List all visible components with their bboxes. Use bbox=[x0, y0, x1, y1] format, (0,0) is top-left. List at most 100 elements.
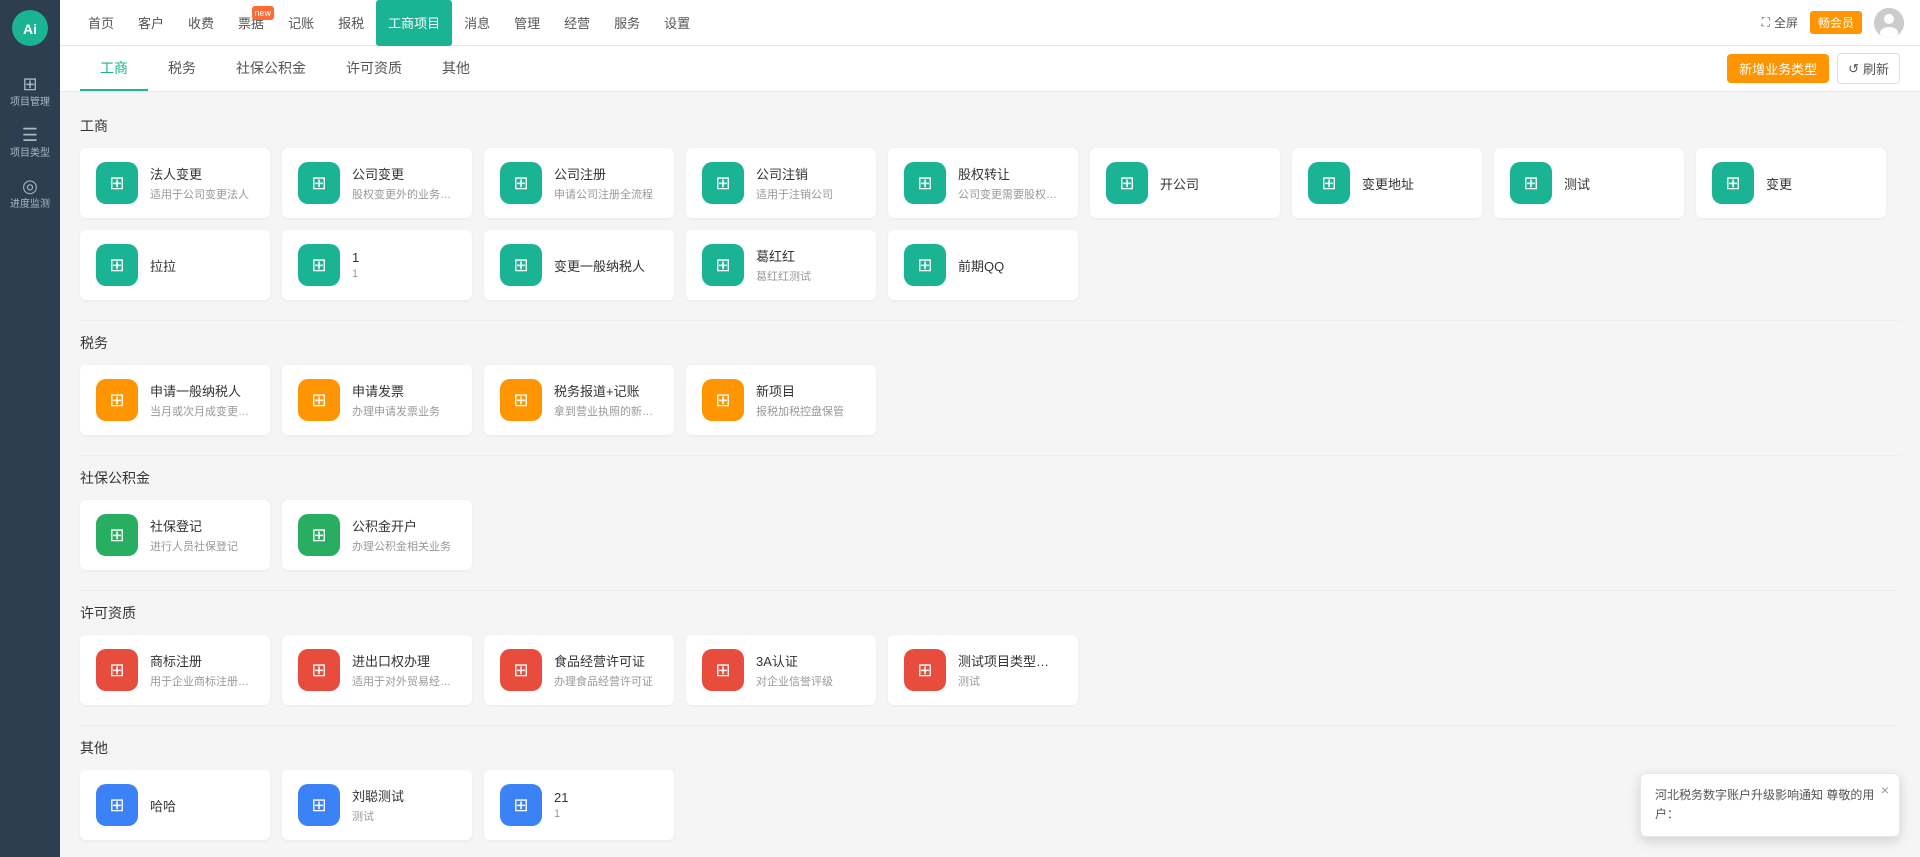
card-icon: ⊞ bbox=[96, 162, 138, 204]
card-icon: ⊞ bbox=[702, 162, 744, 204]
notification-popup: × 河北税务数字账户升级影响通知 尊敬的用户： bbox=[1640, 773, 1900, 837]
section-title-3: 许可资质 bbox=[80, 603, 1900, 623]
card-item[interactable]: ⊞哈哈 bbox=[80, 770, 270, 840]
card-name: 商标注册 bbox=[150, 651, 254, 670]
card-desc: 报税加税控盘保管 bbox=[756, 403, 860, 419]
tab-shuiwu[interactable]: 税务 bbox=[148, 46, 216, 91]
card-item[interactable]: ⊞ 测试 bbox=[1494, 148, 1684, 218]
card-icon: ⊞ bbox=[96, 379, 138, 421]
card-icon: ⊞ bbox=[500, 244, 542, 286]
card-text: 变更一般纳税人 bbox=[554, 256, 658, 275]
top-navigation: 首页 客户 收费 票据 new 记账 报税 工商项目 消息 管理 经营 服务 设… bbox=[60, 0, 1920, 46]
nav-tax[interactable]: 报税 bbox=[326, 0, 376, 46]
card-item[interactable]: ⊞3A认证对企业信誉评级 bbox=[686, 635, 876, 705]
card-icon: ⊞ bbox=[1510, 162, 1552, 204]
card-icon: ⊞ bbox=[1712, 162, 1754, 204]
cards-grid-3: ⊞商标注册用于企业商标注册服务⊞进出口权办理适用于对外贸易经营者⊞食品经营许可证… bbox=[80, 635, 1900, 705]
card-item[interactable]: ⊞变更地址 bbox=[1292, 148, 1482, 218]
tab-xuke[interactable]: 许可资质 bbox=[326, 46, 422, 91]
card-text: 公司注销适用于注销公司 bbox=[756, 164, 860, 202]
card-icon: ⊞ bbox=[500, 162, 542, 204]
card-desc: 办理公积金相关业务 bbox=[352, 538, 456, 554]
tab-shebao[interactable]: 社保公积金 bbox=[216, 46, 326, 91]
card-desc: 测试 bbox=[958, 673, 1062, 689]
card-icon: ⊞ bbox=[702, 244, 744, 286]
card-desc: 用于企业商标注册服务 bbox=[150, 673, 254, 689]
card-item[interactable]: ⊞公积金开户办理公积金相关业务 bbox=[282, 500, 472, 570]
sidebar: Ai ⊞ 项目管理 ☰ 项目类型 ◎ 进度监测 bbox=[0, 0, 60, 857]
card-item[interactable]: ⊞公司注册申请公司注册全流程 bbox=[484, 148, 674, 218]
card-icon: ⊞ bbox=[500, 379, 542, 421]
card-icon: ⊞ bbox=[904, 244, 946, 286]
nav-settings[interactable]: 设置 bbox=[652, 0, 702, 46]
nav-fee[interactable]: 收费 bbox=[176, 0, 226, 46]
card-name: 1 bbox=[352, 250, 456, 265]
card-item[interactable]: ⊞开公司 bbox=[1090, 148, 1280, 218]
card-name: 进出口权办理 bbox=[352, 651, 456, 670]
card-icon: ⊞ bbox=[500, 784, 542, 826]
user-avatar[interactable] bbox=[1874, 8, 1904, 38]
nav-home[interactable]: 首页 bbox=[76, 0, 126, 46]
card-item[interactable]: ⊞食品经营许可证办理食品经营许可证 bbox=[484, 635, 674, 705]
nav-business[interactable]: 工商项目 bbox=[376, 0, 452, 46]
card-item[interactable]: ⊞ 葛红红葛红红测试 bbox=[686, 230, 876, 300]
card-name: 申请发票 bbox=[352, 381, 456, 400]
card-text: 股权转让公司变更需要股权转让 bbox=[958, 164, 1062, 202]
card-item[interactable]: ⊞公司变更股权变更外的业务变更 bbox=[282, 148, 472, 218]
card-item[interactable]: ⊞税务报道+记账拿到营业执照的新公司 bbox=[484, 365, 674, 435]
card-name: 刘聪测试 bbox=[352, 786, 456, 805]
notification-close-button[interactable]: × bbox=[1881, 782, 1889, 798]
card-item[interactable]: ⊞股权转让公司变更需要股权转让 bbox=[888, 148, 1078, 218]
card-item[interactable]: ⊞ 变更一般纳税人 bbox=[484, 230, 674, 300]
card-item[interactable]: ⊞法人变更适用于公司变更法人 bbox=[80, 148, 270, 218]
card-item[interactable]: ⊞拉拉 bbox=[80, 230, 270, 300]
card-item[interactable]: ⊞社保登记进行人员社保登记 bbox=[80, 500, 270, 570]
new-business-type-button[interactable]: 新增业务类型 bbox=[1727, 54, 1829, 83]
sidebar-item-project-type[interactable]: ☰ 项目类型 bbox=[0, 117, 60, 168]
card-item[interactable]: ⊞变更 bbox=[1696, 148, 1886, 218]
card-item[interactable]: ⊞前期QQ bbox=[888, 230, 1078, 300]
card-item[interactable]: ⊞ 申请一般纳税人当月或次月成变更完成 bbox=[80, 365, 270, 435]
nav-customer[interactable]: 客户 bbox=[126, 0, 176, 46]
card-item[interactable]: ⊞刘聪测试测试 bbox=[282, 770, 472, 840]
card-item[interactable]: ⊞进出口权办理适用于对外贸易经营者 bbox=[282, 635, 472, 705]
card-item[interactable]: ⊞211 bbox=[484, 770, 674, 840]
nav-service[interactable]: 服务 bbox=[602, 0, 652, 46]
card-item[interactable]: ⊞ 商标注册用于企业商标注册服务 bbox=[80, 635, 270, 705]
project-type-icon: ☰ bbox=[22, 125, 38, 146]
card-item[interactable]: ⊞新项目报税加税控盘保管 bbox=[686, 365, 876, 435]
card-item[interactable]: ⊞ 1 1 bbox=[282, 230, 472, 300]
nav-ticket[interactable]: 票据 new bbox=[226, 0, 276, 46]
card-desc: 办理食品经营许可证 bbox=[554, 673, 658, 689]
content-tabs: 工商 税务 社保公积金 许可资质 其他 bbox=[80, 46, 490, 91]
card-icon: ⊞ bbox=[298, 244, 340, 286]
card-text: 公积金开户办理公积金相关业务 bbox=[352, 516, 456, 554]
tab-gongshang[interactable]: 工商 bbox=[80, 46, 148, 91]
card-name: 社保登记 bbox=[150, 516, 254, 535]
nav-message[interactable]: 消息 bbox=[452, 0, 502, 46]
nav-manage[interactable]: 管理 bbox=[502, 0, 552, 46]
card-text: 葛红红葛红红测试 bbox=[756, 246, 860, 284]
fullscreen-button[interactable]: ⛶ 全屏 bbox=[1762, 14, 1798, 31]
card-desc: 1 bbox=[352, 268, 456, 280]
card-icon: ⊞ bbox=[298, 784, 340, 826]
vip-button[interactable]: 畅会员 bbox=[1810, 11, 1862, 34]
card-icon: ⊞ bbox=[1308, 162, 1350, 204]
card-icon: ⊞ bbox=[96, 649, 138, 691]
nav-bookkeeping[interactable]: 记账 bbox=[276, 0, 326, 46]
card-icon: ⊞ bbox=[298, 379, 340, 421]
card-text: 公司变更股权变更外的业务变更 bbox=[352, 164, 456, 202]
card-item[interactable]: ⊞测试项目类型目定义测试 bbox=[888, 635, 1078, 705]
card-icon: ⊞ bbox=[298, 649, 340, 691]
refresh-button[interactable]: ↺ 刷新 bbox=[1837, 53, 1900, 84]
nav-operation[interactable]: 经营 bbox=[552, 0, 602, 46]
card-text: 申请一般纳税人当月或次月成变更完成 bbox=[150, 381, 254, 419]
card-item[interactable]: ⊞申请发票办理申请发票业务 bbox=[282, 365, 472, 435]
sidebar-item-progress[interactable]: ◎ 进度监测 bbox=[0, 168, 60, 219]
card-icon: ⊞ bbox=[96, 244, 138, 286]
card-item[interactable]: ⊞ 公司注销适用于注销公司 bbox=[686, 148, 876, 218]
card-text: 测试 bbox=[1564, 174, 1668, 193]
sidebar-item-project-management[interactable]: ⊞ 项目管理 bbox=[0, 66, 60, 117]
card-name: 21 bbox=[554, 790, 658, 805]
tab-other[interactable]: 其他 bbox=[422, 46, 490, 91]
